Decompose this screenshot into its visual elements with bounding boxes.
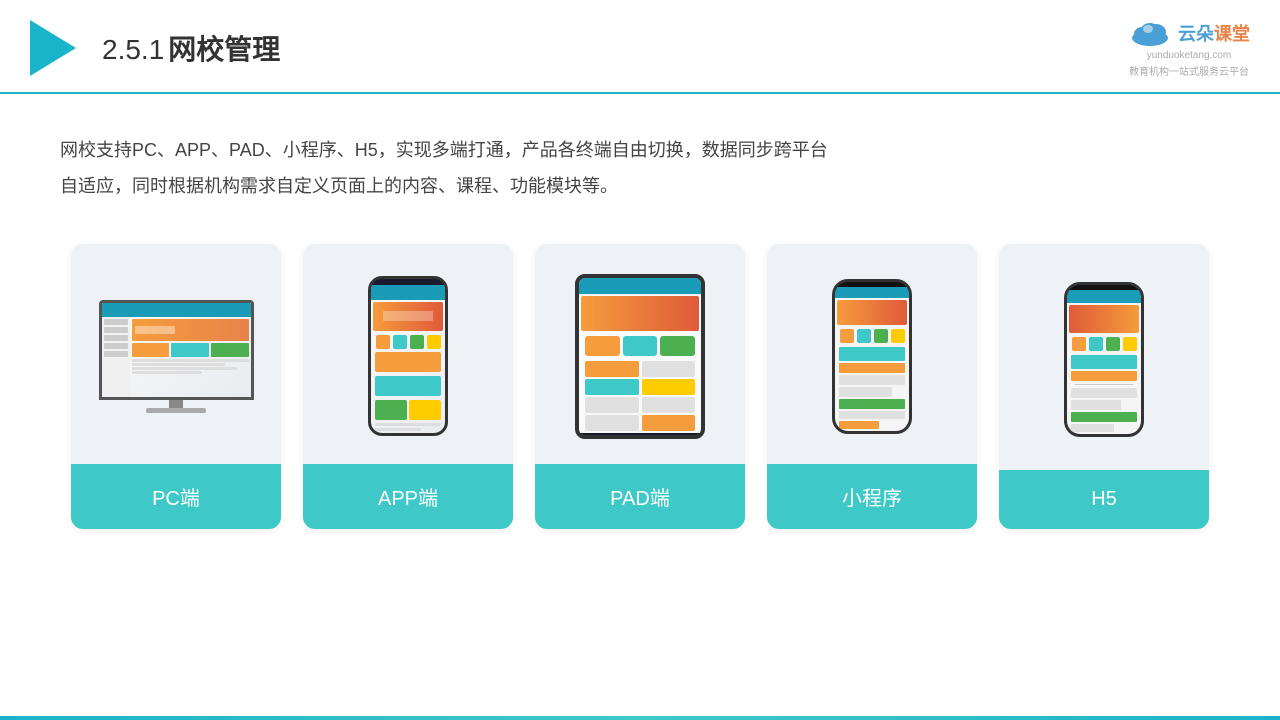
card-label-h5: H5 <box>999 470 1209 529</box>
section-number: 2.5.1 <box>102 34 164 65</box>
brand-name-ketang: 课堂 <box>1214 24 1250 44</box>
card-h5: H5 <box>999 244 1209 529</box>
card-label-pc: PC端 <box>71 464 281 529</box>
card-pc: PC端 <box>71 244 281 529</box>
brand-tagline: 教育机构一站式服务云平台 <box>1129 63 1249 78</box>
brand-url: yunduoketang.com <box>1147 50 1232 61</box>
card-label-miniprogram: 小程序 <box>767 464 977 529</box>
description-text: 网校支持PC、APP、PAD、小程序、H5，实现多端打通，产品各终端自由切换，数… <box>0 94 900 224</box>
brand-name: 云朵课堂 <box>1178 20 1250 46</box>
brand-cloud-container: 云朵课堂 <box>1128 18 1250 48</box>
card-image-h5 <box>999 244 1209 470</box>
header: 2.5.1网校管理 云朵课堂 yunduoketang.com 教育机构一站式服… <box>0 0 1280 94</box>
cards-container: PC端 <box>0 224 1280 529</box>
bottom-bar <box>0 716 1280 720</box>
h5-phone-mockup <box>1064 282 1144 437</box>
brand-name-yun: 云朵 <box>1178 24 1214 44</box>
card-label-pad: PAD端 <box>535 464 745 529</box>
app-phone-mockup <box>368 276 448 436</box>
card-pad: PAD端 <box>535 244 745 529</box>
mini-phone-mockup <box>832 279 912 434</box>
card-miniprogram: 小程序 <box>767 244 977 529</box>
page-title: 2.5.1网校管理 <box>102 28 280 68</box>
brand-logo: 云朵课堂 yunduoketang.com 教育机构一站式服务云平台 <box>1128 18 1250 78</box>
header-left: 2.5.1网校管理 <box>30 20 280 76</box>
card-image-pad <box>535 244 745 464</box>
card-image-app <box>303 244 513 464</box>
card-app: APP端 <box>303 244 513 529</box>
logo-triangle-icon <box>30 20 76 76</box>
card-image-pc <box>71 244 281 464</box>
card-label-app: APP端 <box>303 464 513 529</box>
pad-mockup <box>575 274 705 439</box>
pc-mockup <box>99 300 254 413</box>
cloud-icon <box>1128 18 1172 48</box>
pc-screen <box>99 300 254 400</box>
card-image-miniprogram <box>767 244 977 464</box>
